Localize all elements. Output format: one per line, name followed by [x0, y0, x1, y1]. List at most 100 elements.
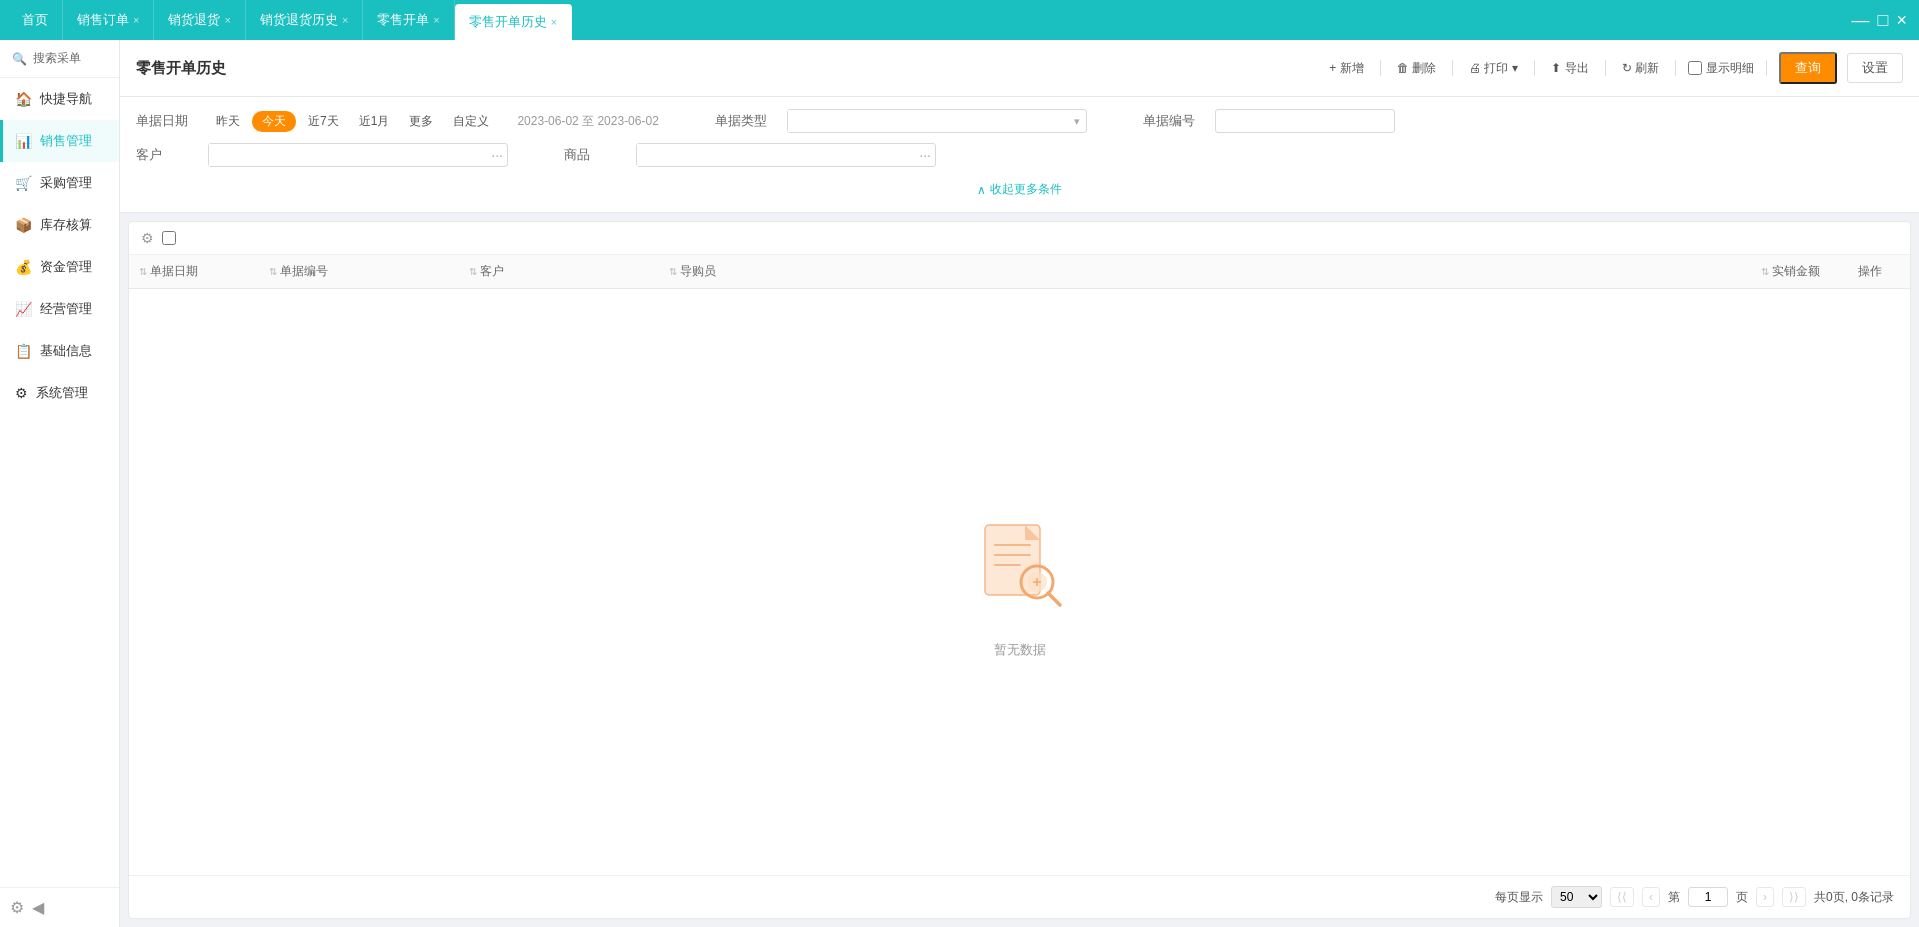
page-label: 第 — [1668, 889, 1680, 906]
sidebar-label-finance: 资金管理 — [40, 258, 92, 276]
maximize-icon[interactable]: □ — [1878, 10, 1889, 31]
nav-tab-close-retail-open-history[interactable]: × — [551, 16, 557, 28]
top-nav: 首页销售订单×销货退货×销货退货历史×零售开单×零售开单历史× — □ × — [0, 0, 1919, 40]
nav-tab-sales-return-history[interactable]: 销货退货历史 × — [246, 0, 363, 40]
sidebar-icon-base-info: 📋 — [15, 343, 32, 359]
goods-select-wrap[interactable]: ··· — [636, 143, 936, 167]
customer-input[interactable] — [209, 144, 487, 166]
page-header: 零售开单历史 + 新增 🗑 删除 🖨 打印 ▾ ⬆ 导出 ↻ 刷新 显示明细 — [120, 40, 1919, 97]
sidebar-icon-sales: 📊 — [15, 133, 32, 149]
date-opt-1month[interactable]: 近1月 — [351, 111, 398, 132]
th-sn[interactable]: ⇅ 单据编号 — [259, 255, 459, 288]
minimize-icon[interactable]: — — [1852, 10, 1870, 31]
page-number-input[interactable] — [1688, 887, 1728, 907]
sidebar-item-operations[interactable]: 📈 经营管理 — [0, 288, 119, 330]
page-size-label: 每页显示 — [1495, 889, 1543, 906]
collapse-icon[interactable]: ◀ — [32, 898, 44, 917]
sidebar-bottom: ⚙ ◀ — [0, 887, 119, 927]
print-button[interactable]: 🖨 打印 ▾ — [1465, 58, 1522, 79]
nav-tab-close-sales-return[interactable]: × — [224, 14, 230, 26]
type-select-wrap[interactable]: ▾ — [787, 109, 1087, 133]
total-info: 共0页, 0条记录 — [1814, 889, 1894, 906]
date-opt-yesterday[interactable]: 昨天 — [208, 111, 248, 132]
th-amount[interactable]: ⇅ 实销金额 — [799, 255, 1830, 288]
sort-date-icon: ⇅ — [139, 266, 147, 277]
sidebar-label-operations: 经营管理 — [40, 300, 92, 318]
nav-tab-retail-open[interactable]: 零售开单 × — [363, 0, 454, 40]
empty-state: 暂无数据 — [129, 289, 1910, 875]
setting-button[interactable]: 设置 — [1847, 53, 1903, 83]
show-detail-checkbox[interactable] — [1688, 61, 1702, 75]
last-page-button[interactable]: ⟩⟩ — [1782, 887, 1806, 907]
nav-tab-home[interactable]: 首页 — [8, 0, 63, 40]
settings-icon[interactable]: ⚙ — [10, 898, 24, 917]
sidebar-item-quick-nav[interactable]: 🏠 快捷导航 — [0, 78, 119, 120]
sn-input[interactable] — [1215, 109, 1395, 133]
nav-tab-label-sales-return-history: 销货退货历史 — [260, 11, 338, 29]
sidebar-icon-system: ⚙ — [15, 385, 28, 401]
goods-input[interactable] — [637, 144, 915, 166]
filter-row-1: 单据日期 昨天 今天 近7天 近1月 更多 自定义 2023-06-02 至 2… — [136, 109, 1903, 133]
nav-tab-label-retail-open: 零售开单 — [377, 11, 429, 29]
date-opt-today[interactable]: 今天 — [252, 111, 296, 132]
sidebar-search[interactable]: 🔍 搜索采单 — [0, 40, 119, 78]
date-opt-custom[interactable]: 自定义 — [445, 111, 497, 132]
show-detail-checkbox-wrap[interactable]: 显示明细 — [1688, 60, 1754, 77]
nav-tab-close-sales-return-history[interactable]: × — [342, 14, 348, 26]
window-controls: — □ × — [1852, 10, 1919, 31]
th-date[interactable]: ⇅ 单据日期 — [129, 255, 259, 288]
customer-label: 客户 — [136, 146, 192, 164]
nav-tab-retail-open-history[interactable]: 零售开单历史× — [455, 4, 572, 40]
table-header: ⇅ 单据日期 ⇅ 单据编号 ⇅ 客户 ⇅ 导购员 ⇅ 实销金额 — [129, 255, 1910, 289]
more-conditions-btn[interactable]: ∧ 收起更多条件 — [977, 181, 1062, 198]
sidebar-icon-operations: 📈 — [15, 301, 32, 317]
svg-line-7 — [1048, 593, 1060, 605]
sidebar-icon-quick-nav: 🏠 — [15, 91, 32, 107]
sidebar-label-quick-nav: 快捷导航 — [40, 90, 92, 108]
sidebar-label-inventory: 库存核算 — [40, 216, 92, 234]
add-button[interactable]: + 新增 — [1325, 58, 1367, 79]
sidebar-label-purchase: 采购管理 — [40, 174, 92, 192]
th-customer[interactable]: ⇅ 客户 — [459, 255, 659, 288]
nav-tab-sales-return[interactable]: 销货退货× — [154, 0, 245, 40]
export-button[interactable]: ⬆ 导出 — [1547, 58, 1592, 79]
customer-select-wrap[interactable]: ··· — [208, 143, 508, 167]
sidebar-label-system: 系统管理 — [36, 384, 88, 402]
sidebar-item-system[interactable]: ⚙ 系统管理 — [0, 372, 119, 414]
select-all-checkbox[interactable] — [162, 231, 176, 245]
content-area: 零售开单历史 + 新增 🗑 删除 🖨 打印 ▾ ⬆ 导出 ↻ 刷新 显示明细 — [120, 40, 1919, 927]
sidebar: 🔍 搜索采单 🏠 快捷导航 📊销售管理 🛒 采购管理 📦库存核算💰资金管理 📈 经营管理 📋基础… — [0, 40, 120, 927]
page-of-label: 页 — [1736, 889, 1748, 906]
nav-tab-sales-order[interactable]: 销售订单 × — [63, 0, 154, 40]
sort-amount-icon: ⇅ — [1761, 266, 1769, 277]
sidebar-item-inventory[interactable]: 📦库存核算 — [0, 204, 119, 246]
th-ops: 操作 — [1830, 255, 1910, 288]
date-opt-7days[interactable]: 近7天 — [300, 111, 347, 132]
nav-tabs: 首页销售订单×销货退货×销货退货历史×零售开单×零售开单历史× — [8, 0, 1852, 40]
sn-label: 单据编号 — [1143, 112, 1199, 130]
sidebar-search-label: 搜索采单 — [33, 50, 81, 67]
query-button[interactable]: 查询 — [1779, 52, 1837, 84]
nav-tab-close-sales-order[interactable]: × — [133, 14, 139, 26]
page-size-select[interactable]: 50 10 20 100 — [1551, 886, 1602, 908]
type-select-input[interactable] — [788, 110, 1068, 132]
sidebar-item-base-info[interactable]: 📋基础信息 — [0, 330, 119, 372]
delete-button[interactable]: 🗑 删除 — [1393, 58, 1440, 79]
nav-tab-close-retail-open[interactable]: × — [433, 14, 439, 26]
filter-more-row: ∧ 收起更多条件 — [136, 177, 1903, 200]
first-page-button[interactable]: ⟨⟨ — [1610, 887, 1634, 907]
next-page-button[interactable]: › — [1756, 887, 1774, 907]
sidebar-item-finance[interactable]: 💰资金管理 — [0, 246, 119, 288]
empty-text: 暂无数据 — [994, 641, 1046, 659]
close-icon[interactable]: × — [1896, 10, 1907, 31]
sidebar-icon-purchase: 🛒 — [15, 175, 32, 191]
sidebar-item-purchase[interactable]: 🛒 采购管理 — [0, 162, 119, 204]
sidebar-item-sales[interactable]: 📊销售管理 — [0, 120, 119, 162]
table-gear-icon[interactable]: ⚙ — [141, 230, 154, 246]
date-opt-more[interactable]: 更多 — [401, 111, 441, 132]
prev-page-button[interactable]: ‹ — [1642, 887, 1660, 907]
date-range-display: 2023-06-02 至 2023-06-02 — [517, 113, 658, 130]
refresh-button[interactable]: ↻ 刷新 — [1618, 58, 1663, 79]
th-guide[interactable]: ⇅ 导购员 — [659, 255, 799, 288]
nav-tab-label-sales-order: 销售订单 — [77, 11, 129, 29]
